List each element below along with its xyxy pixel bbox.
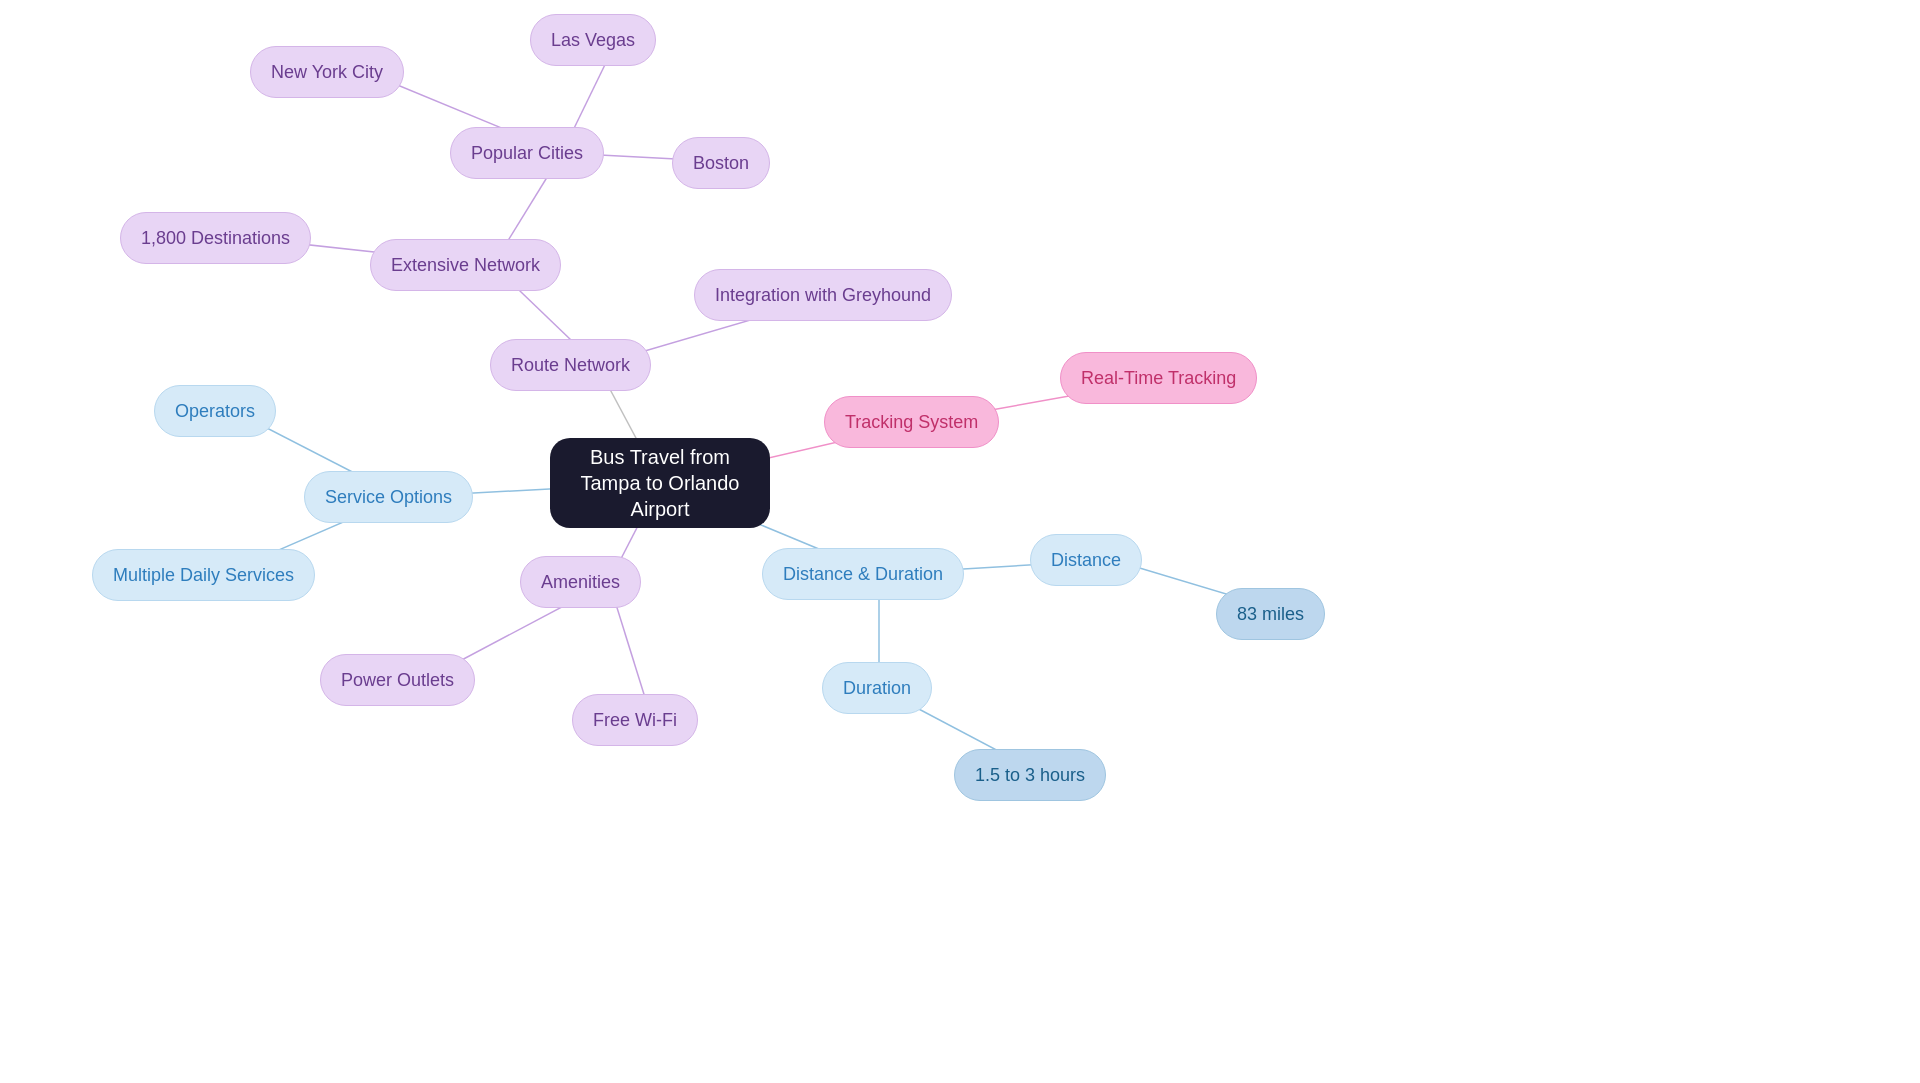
new-york-city-node: New York City [250,46,404,98]
amenities-node: Amenities [520,556,641,608]
extensive-network-node: Extensive Network [370,239,561,291]
integration-greyhound-node: Integration with Greyhound [694,269,952,321]
distance-node: Distance [1030,534,1142,586]
destinations-node: 1,800 Destinations [120,212,311,264]
hours-node: 1.5 to 3 hours [954,749,1106,801]
power-outlets-node: Power Outlets [320,654,475,706]
center-node: Bus Travel from Tampa to Orlando Airport [550,438,770,528]
free-wifi-node: Free Wi-Fi [572,694,698,746]
miles-node: 83 miles [1216,588,1325,640]
popular-cities-node: Popular Cities [450,127,604,179]
boston-node: Boston [672,137,770,189]
multiple-daily-services-node: Multiple Daily Services [92,549,315,601]
real-time-tracking-node: Real-Time Tracking [1060,352,1257,404]
duration-node: Duration [822,662,932,714]
distance-duration-node: Distance & Duration [762,548,964,600]
tracking-system-node: Tracking System [824,396,999,448]
operators-node: Operators [154,385,276,437]
service-options-node: Service Options [304,471,473,523]
route-network-node: Route Network [490,339,651,391]
las-vegas-node: Las Vegas [530,14,656,66]
